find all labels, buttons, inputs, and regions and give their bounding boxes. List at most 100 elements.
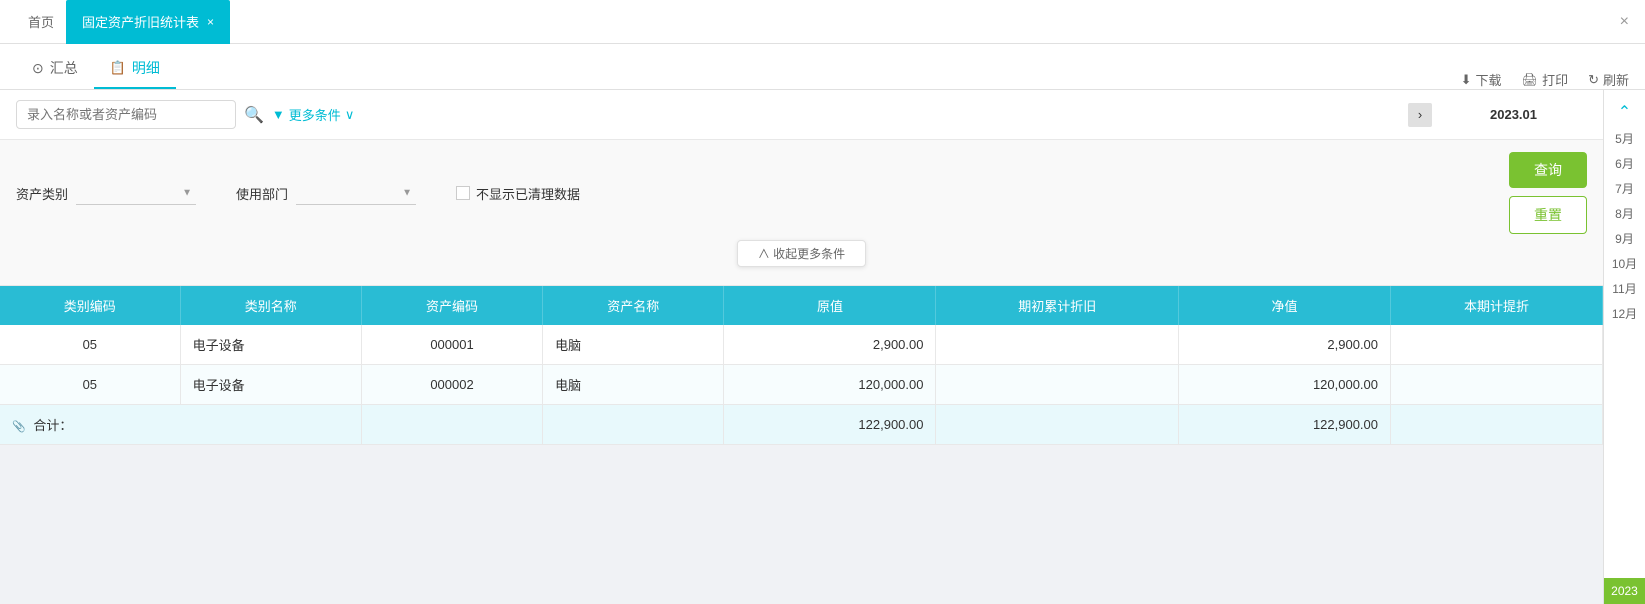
asset-category-select[interactable] — [76, 181, 196, 205]
collapse-bar: ∧ 收起更多条件 — [16, 234, 1587, 273]
sidebar-year[interactable]: 2023 — [1604, 578, 1645, 604]
row1-category-code: 05 — [0, 325, 180, 365]
sidebar-month-10[interactable]: 10月 — [1604, 251, 1645, 276]
total-empty1 — [361, 405, 542, 445]
col-net-value: 净值 — [1178, 286, 1390, 325]
row2-category-code: 05 — [0, 365, 180, 405]
sidebar-month-9[interactable]: 9月 — [1604, 226, 1645, 251]
total-label-text: 合计： — [33, 418, 72, 433]
print-icon: 🖨 — [1522, 72, 1539, 88]
hide-cleared-checkbox[interactable] — [456, 186, 470, 200]
asset-category-label: 资产类别 — [16, 184, 68, 203]
sidebar-scroll-up-icon[interactable]: ⌃ — [1614, 98, 1635, 126]
filter-extended: 资产类别 使用部门 — [0, 140, 1603, 286]
table-row: 05 电子设备 000002 电脑 120,000.00 120,000.00 — [0, 365, 1603, 405]
window-close-button[interactable]: × — [1620, 13, 1629, 31]
tab-detail-label: 明细 — [132, 58, 160, 78]
total-empty2 — [543, 405, 724, 445]
date-display: 2023.01 — [1490, 107, 1537, 122]
department-label: 使用部门 — [236, 184, 288, 203]
sidebar-month-11[interactable]: 11月 — [1604, 276, 1645, 301]
row1-asset-code: 000001 — [361, 325, 542, 365]
asset-category-select-wrapper — [76, 181, 196, 205]
query-button[interactable]: 查询 — [1509, 152, 1587, 188]
refresh-button[interactable]: ↻ 刷新 — [1588, 70, 1629, 89]
asset-category-field: 资产类别 — [16, 181, 196, 205]
data-table: 类别编码 类别名称 资产编码 资产名称 原值 期初累计折旧 净值 本期计提折 0 — [0, 286, 1603, 445]
row1-current-depreciation — [1391, 325, 1603, 365]
print-label: 打印 — [1542, 70, 1568, 89]
reset-button[interactable]: 重置 — [1509, 196, 1587, 234]
search-input[interactable] — [16, 100, 236, 129]
row1-accumulated-depreciation — [936, 325, 1179, 365]
refresh-icon: ↻ — [1588, 72, 1599, 88]
table-header-row: 类别编码 类别名称 资产编码 资产名称 原值 期初累计折旧 净值 本期计提折 — [0, 286, 1603, 325]
sidebar-month-6[interactable]: 6月 — [1604, 151, 1645, 176]
more-conditions-button[interactable]: ▼ 更多条件 ∨ — [272, 105, 354, 124]
total-net-value: 122,900.00 — [1178, 405, 1390, 445]
row2-accumulated-depreciation — [936, 365, 1179, 405]
sidebar-month-12[interactable]: 12月 — [1604, 301, 1645, 326]
tab-summary-label: 汇总 — [50, 58, 78, 78]
refresh-label: 刷新 — [1603, 70, 1629, 89]
filter-row1: 🔍 ▼ 更多条件 ∨ › 2023.01 — [16, 100, 1587, 129]
total-icon: 📎 — [12, 421, 26, 433]
department-field: 使用部门 — [236, 181, 416, 205]
col-category-name: 类别名称 — [180, 286, 361, 325]
close-tab-icon[interactable]: × — [207, 15, 214, 29]
detail-tab-icon: 📋 — [110, 60, 126, 76]
download-icon: ⬇ — [1461, 72, 1472, 88]
filter-icon: ▼ — [272, 107, 285, 122]
row2-current-depreciation — [1391, 365, 1603, 405]
content-area: 🔍 ▼ 更多条件 ∨ › 2023.01 资产类别 — [0, 90, 1603, 604]
total-label: 📎 合计： — [0, 405, 361, 445]
col-accumulated-depreciation: 期初累计折旧 — [936, 286, 1179, 325]
col-category-code: 类别编码 — [0, 286, 180, 325]
row1-original-value: 2,900.00 — [724, 325, 936, 365]
col-current-depreciation: 本期计提折 — [1391, 286, 1603, 325]
sidebar-month-8[interactable]: 8月 — [1604, 201, 1645, 226]
department-select-wrapper — [296, 181, 416, 205]
row2-category-name: 电子设备 — [180, 365, 361, 405]
hide-cleared-label: 不显示已清理数据 — [476, 184, 580, 203]
row2-asset-name: 电脑 — [543, 365, 724, 405]
row1-net-value: 2,900.00 — [1178, 325, 1390, 365]
more-conditions-label: 更多条件 — [289, 105, 341, 124]
col-asset-name: 资产名称 — [543, 286, 724, 325]
download-button[interactable]: ⬇ 下载 — [1461, 70, 1502, 89]
total-current-depreciation — [1391, 405, 1603, 445]
tab-summary[interactable]: ⊙ 汇总 — [16, 49, 94, 89]
filter-area: 🔍 ▼ 更多条件 ∨ › 2023.01 — [0, 90, 1603, 140]
collapse-button[interactable]: ∧ 收起更多条件 — [737, 240, 866, 267]
tab-bar: ⊙ 汇总 📋 明细 ⬇ 下载 🖨 打印 ↻ 刷新 — [0, 44, 1645, 90]
row1-asset-name: 电脑 — [543, 325, 724, 365]
hide-cleared-field[interactable]: 不显示已清理数据 — [456, 184, 580, 203]
right-sidebar: ⌃ 5月 6月 7月 8月 9月 10月 11月 12月 2023 — [1603, 90, 1645, 604]
total-row: 📎 合计： 122,900.00 122,900.00 — [0, 405, 1603, 445]
row1-category-name: 电子设备 — [180, 325, 361, 365]
main-content: 🔍 ▼ 更多条件 ∨ › 2023.01 资产类别 — [0, 90, 1645, 604]
download-label: 下载 — [1476, 70, 1502, 89]
print-button[interactable]: 🖨 打印 — [1522, 70, 1569, 89]
row2-original-value: 120,000.00 — [724, 365, 936, 405]
tab-detail[interactable]: 📋 明细 — [94, 49, 176, 89]
sidebar-month-7[interactable]: 7月 — [1604, 176, 1645, 201]
row2-asset-code: 000002 — [361, 365, 542, 405]
col-original-value: 原值 — [724, 286, 936, 325]
total-accumulated-depreciation — [936, 405, 1179, 445]
search-icon[interactable]: 🔍 — [244, 105, 264, 125]
summary-tab-icon: ⊙ — [32, 60, 44, 77]
filter-actions: 查询 重置 — [1509, 152, 1587, 234]
department-select[interactable] — [296, 181, 416, 205]
active-tab: 固定资产折旧统计表 × — [66, 0, 230, 44]
row2-net-value: 120,000.00 — [1178, 365, 1390, 405]
tab-actions: ⬇ 下载 🖨 打印 ↻ 刷新 — [1461, 70, 1629, 89]
sidebar-month-5[interactable]: 5月 — [1604, 126, 1645, 151]
filter-row2: 资产类别 使用部门 — [16, 152, 1587, 234]
table-row: 05 电子设备 000001 电脑 2,900.00 2,900.00 — [0, 325, 1603, 365]
table-container: 类别编码 类别名称 资产编码 资产名称 原值 期初累计折旧 净值 本期计提折 0 — [0, 286, 1603, 604]
home-nav-item[interactable]: 首页 — [16, 12, 66, 31]
total-original-value: 122,900.00 — [724, 405, 936, 445]
active-tab-label: 固定资产折旧统计表 — [82, 12, 199, 31]
date-nav-arrow[interactable]: › — [1408, 103, 1432, 127]
